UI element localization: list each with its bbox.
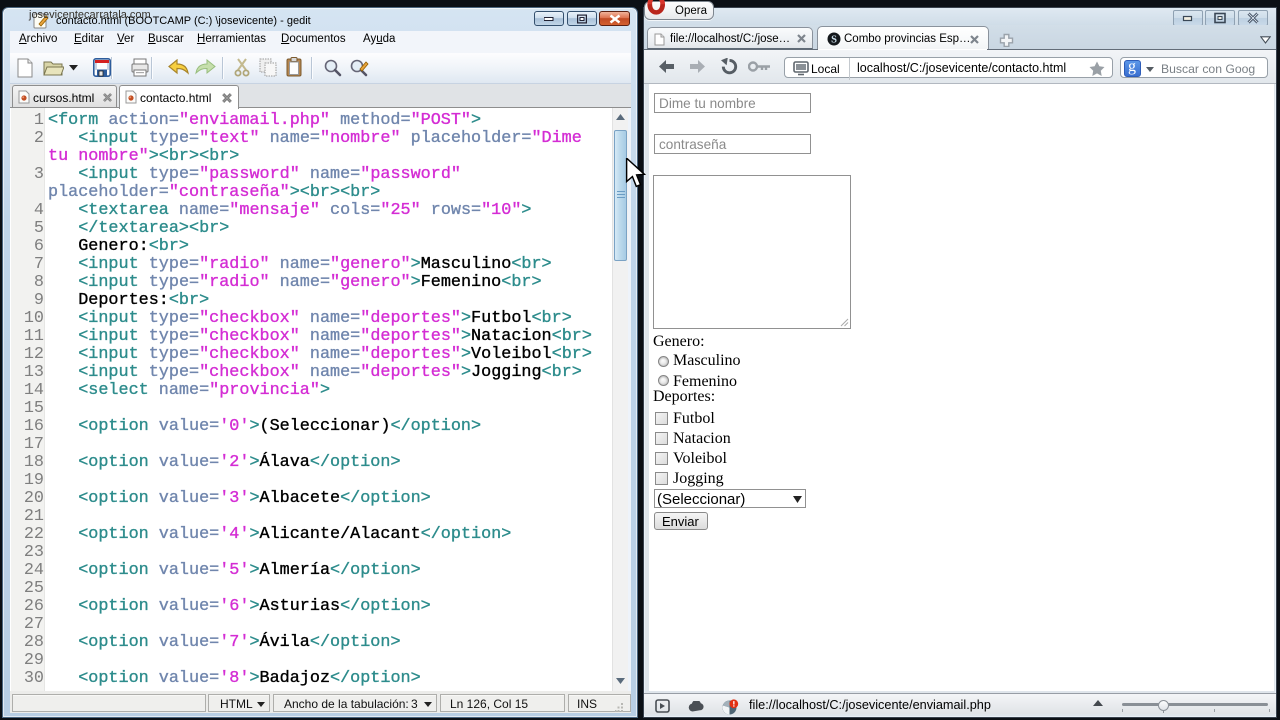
svg-text:S: S (831, 35, 837, 46)
